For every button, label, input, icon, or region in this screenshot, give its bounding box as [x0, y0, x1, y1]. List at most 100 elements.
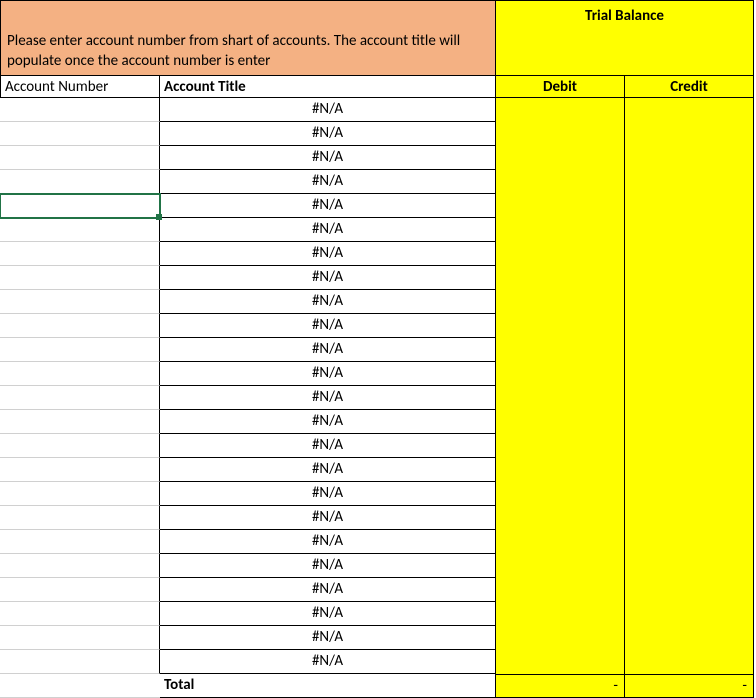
debit-cell[interactable] [496, 554, 625, 578]
credit-cell[interactable] [625, 530, 754, 554]
table-row: #N/A [0, 122, 756, 146]
debit-cell[interactable] [496, 650, 625, 674]
credit-cell[interactable] [625, 410, 754, 434]
debit-cell[interactable] [496, 410, 625, 434]
debit-cell[interactable] [496, 242, 625, 266]
account-number-cell[interactable] [0, 218, 160, 242]
credit-cell[interactable] [625, 314, 754, 338]
credit-cell[interactable] [625, 194, 754, 218]
debit-cell[interactable] [496, 578, 625, 602]
debit-cell[interactable] [496, 290, 625, 314]
credit-cell[interactable] [625, 626, 754, 650]
credit-cell[interactable] [625, 338, 754, 362]
credit-cell[interactable] [625, 554, 754, 578]
account-number-cell[interactable] [0, 98, 160, 122]
debit-cell[interactable] [496, 314, 625, 338]
account-number-cell[interactable] [0, 650, 160, 674]
account-number-cell[interactable] [0, 266, 160, 290]
account-title-cell: #N/A [160, 602, 496, 626]
debit-cell[interactable] [496, 602, 625, 626]
table-row: #N/A [0, 338, 756, 362]
debit-cell[interactable] [496, 338, 625, 362]
credit-cell[interactable] [625, 650, 754, 674]
credit-cell[interactable] [625, 218, 754, 242]
table-row: #N/A [0, 482, 756, 506]
total-label: Total [160, 674, 496, 698]
account-number-cell[interactable] [0, 602, 160, 626]
account-number-cell[interactable] [0, 626, 160, 650]
debit-cell[interactable] [496, 98, 625, 122]
account-title-cell: #N/A [160, 386, 496, 410]
col-header-account-number: Account Number [0, 76, 160, 98]
table-row: #N/A [0, 362, 756, 386]
debit-cell[interactable] [496, 218, 625, 242]
table-row: #N/A [0, 314, 756, 338]
account-number-cell[interactable] [0, 146, 160, 170]
account-number-cell[interactable] [0, 578, 160, 602]
debit-cell[interactable] [496, 266, 625, 290]
account-title-cell: #N/A [160, 290, 496, 314]
debit-cell[interactable] [496, 122, 625, 146]
account-number-cell[interactable] [0, 242, 160, 266]
total-debit: - [496, 674, 625, 698]
trial-balance-label: Trial Balance [585, 7, 664, 25]
table-row: #N/A [0, 194, 756, 218]
credit-cell[interactable] [625, 122, 754, 146]
account-number-cell[interactable] [0, 170, 160, 194]
account-title-cell: #N/A [160, 554, 496, 578]
debit-cell[interactable] [496, 626, 625, 650]
debit-cell[interactable] [496, 458, 625, 482]
account-number-cell[interactable] [0, 482, 160, 506]
credit-cell[interactable] [625, 434, 754, 458]
account-number-cell[interactable] [0, 554, 160, 578]
account-number-cell[interactable] [0, 434, 160, 458]
credit-cell[interactable] [625, 266, 754, 290]
account-number-cell[interactable] [0, 362, 160, 386]
debit-cell[interactable] [496, 170, 625, 194]
account-title-cell: #N/A [160, 170, 496, 194]
debit-cell[interactable] [496, 530, 625, 554]
debit-cell[interactable] [496, 386, 625, 410]
account-title-cell: #N/A [160, 314, 496, 338]
credit-cell[interactable] [625, 482, 754, 506]
account-title-cell: #N/A [160, 650, 496, 674]
data-rows: #N/A#N/A#N/A#N/A#N/A#N/A#N/A#N/A#N/A#N/A… [0, 98, 756, 674]
credit-cell[interactable] [625, 602, 754, 626]
table-row: #N/A [0, 242, 756, 266]
credit-cell[interactable] [625, 170, 754, 194]
account-number-cell[interactable] [0, 122, 160, 146]
account-number-cell[interactable] [0, 290, 160, 314]
debit-cell[interactable] [496, 506, 625, 530]
account-number-cell[interactable] [0, 314, 160, 338]
table-row: #N/A [0, 98, 756, 122]
debit-cell[interactable] [496, 434, 625, 458]
credit-cell[interactable] [625, 98, 754, 122]
account-number-cell[interactable] [0, 530, 160, 554]
credit-cell[interactable] [625, 290, 754, 314]
account-number-cell[interactable] [0, 386, 160, 410]
credit-cell[interactable] [625, 506, 754, 530]
credit-cell[interactable] [625, 242, 754, 266]
account-number-cell[interactable] [0, 194, 160, 218]
table-row: #N/A [0, 506, 756, 530]
table-row: #N/A [0, 146, 756, 170]
account-title-cell: #N/A [160, 362, 496, 386]
account-number-cell[interactable] [0, 338, 160, 362]
credit-cell[interactable] [625, 362, 754, 386]
table-row: #N/A [0, 602, 756, 626]
account-number-cell[interactable] [0, 458, 160, 482]
debit-cell[interactable] [496, 482, 625, 506]
account-number-cell[interactable] [0, 506, 160, 530]
credit-cell[interactable] [625, 146, 754, 170]
credit-cell[interactable] [625, 386, 754, 410]
debit-cell[interactable] [496, 194, 625, 218]
account-number-cell[interactable] [0, 410, 160, 434]
credit-cell[interactable] [625, 578, 754, 602]
table-row: #N/A [0, 458, 756, 482]
credit-cell[interactable] [625, 458, 754, 482]
debit-cell[interactable] [496, 146, 625, 170]
col-header-credit: Credit [625, 76, 754, 98]
debit-cell[interactable] [496, 362, 625, 386]
table-row: #N/A [0, 266, 756, 290]
table-row: #N/A [0, 626, 756, 650]
